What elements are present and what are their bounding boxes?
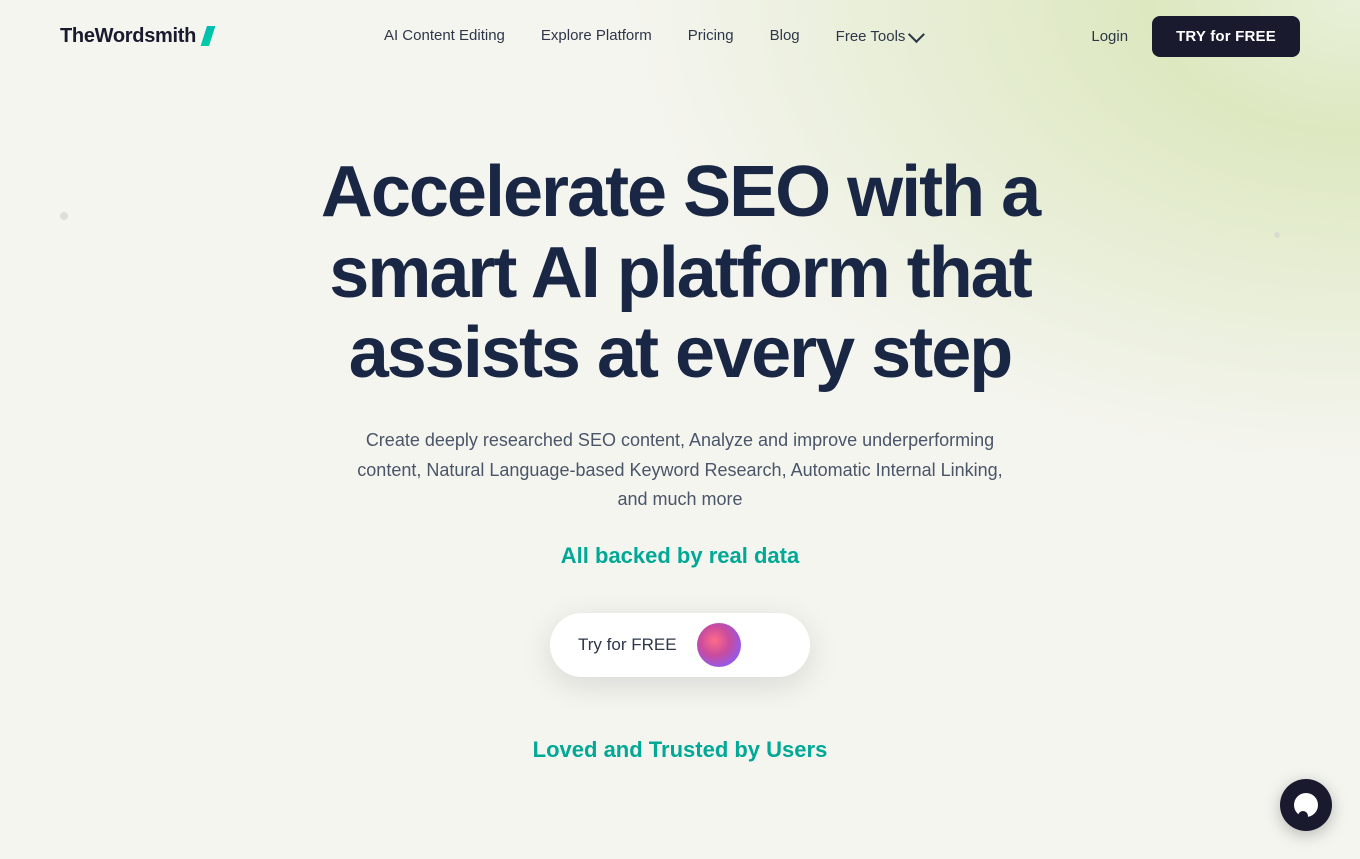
hero-subtitle: Create deeply researched SEO content, An…	[340, 426, 1020, 515]
cta-button-container[interactable]: Try for FREE	[550, 613, 810, 677]
decorative-dot-left	[60, 212, 68, 220]
nav-link-blog[interactable]: Blog	[770, 27, 800, 44]
hero-title: Accelerate SEO with a smart AI platform …	[290, 152, 1070, 394]
nav-item-blog[interactable]: Blog	[770, 27, 800, 45]
hero-tagline: All backed by real data	[561, 543, 799, 569]
nav-link-free-tools[interactable]: Free Tools	[836, 28, 906, 45]
login-link[interactable]: Login	[1091, 28, 1128, 45]
chat-icon	[1294, 793, 1318, 817]
cta-text: Try for FREE	[578, 635, 677, 655]
chat-support-button[interactable]	[1280, 779, 1332, 831]
nav-item-ai-content-editing[interactable]: AI Content Editing	[384, 27, 505, 45]
bottom-tagline: Loved and Trusted by Users	[533, 737, 828, 763]
cta-circle-icon	[697, 623, 741, 667]
nav-links: AI Content Editing Explore Platform Pric…	[384, 27, 921, 45]
nav-item-pricing[interactable]: Pricing	[688, 27, 734, 45]
nav-item-explore-platform[interactable]: Explore Platform	[541, 27, 652, 45]
nav-right: Login TRY for FREE	[1091, 16, 1300, 57]
logo-accent-icon	[201, 26, 216, 46]
try-free-button[interactable]: TRY for FREE	[1152, 16, 1300, 57]
chevron-down-icon	[908, 26, 925, 43]
navbar: TheWordsmith AI Content Editing Explore …	[0, 0, 1360, 72]
nav-item-free-tools[interactable]: Free Tools	[836, 28, 922, 45]
nav-link-ai-content-editing[interactable]: AI Content Editing	[384, 27, 505, 44]
logo-text: TheWordsmith	[60, 25, 196, 48]
nav-link-explore-platform[interactable]: Explore Platform	[541, 27, 652, 44]
hero-section: Accelerate SEO with a smart AI platform …	[0, 72, 1360, 823]
decorative-dot-right	[1274, 232, 1280, 238]
logo[interactable]: TheWordsmith	[60, 25, 214, 48]
nav-link-pricing[interactable]: Pricing	[688, 27, 734, 44]
